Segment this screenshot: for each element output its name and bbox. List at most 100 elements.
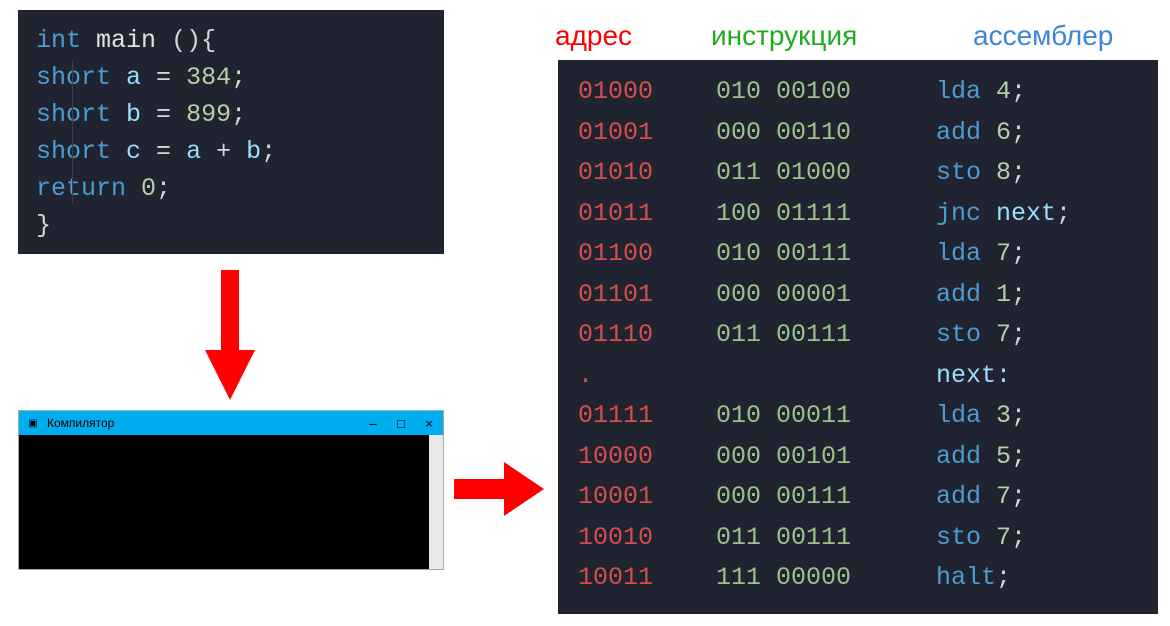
- asm-instruction: 010 00100: [716, 72, 936, 113]
- asm-mnemonic: sto: [936, 158, 981, 187]
- compiler-title: Компилятор: [47, 416, 359, 430]
- asm-argument: 6: [996, 118, 1011, 147]
- code-line: short a = 384;: [36, 59, 426, 96]
- code-line: int main (){: [36, 22, 426, 59]
- code-line: return 0;: [36, 170, 426, 207]
- asm-address: 01000: [578, 72, 716, 113]
- code-token: =: [141, 137, 186, 166]
- asm-mnemonic-col: lda 3;: [936, 396, 1026, 437]
- compiler-titlebar: ▣ Компилятор – □ ×: [19, 411, 443, 435]
- asm-row: 01101000 00001add 1;: [578, 275, 1138, 316]
- asm-label-def: next:: [936, 361, 1011, 390]
- semicolon: ;: [1011, 239, 1026, 268]
- code-token: (){: [171, 26, 216, 55]
- semicolon: ;: [1011, 280, 1026, 309]
- source-code-editor: int main (){ short a = 384; short b = 89…: [18, 10, 444, 254]
- asm-argument: 1: [996, 280, 1011, 309]
- code-line: short b = 899;: [36, 96, 426, 133]
- code-token: ;: [156, 174, 171, 203]
- asm-address: 01001: [578, 113, 716, 154]
- asm-mnemonic: lda: [936, 239, 981, 268]
- asm-row: 10010011 00111sto 7;: [578, 518, 1138, 559]
- asm-mnemonic-col: lda 7;: [936, 234, 1026, 275]
- asm-mnemonic: lda: [936, 77, 981, 106]
- code-token: short: [36, 63, 111, 92]
- semicolon: ;: [1011, 158, 1026, 187]
- asm-row: 01100010 00111lda 7;: [578, 234, 1138, 275]
- asm-mnemonic-col: next:: [936, 356, 1011, 397]
- asm-argument: 8: [996, 158, 1011, 187]
- asm-address: 01010: [578, 153, 716, 194]
- code-token: 899: [186, 100, 231, 129]
- asm-headers: адрес инструкция ассемблер: [555, 20, 1145, 52]
- code-token: ;: [261, 137, 276, 166]
- asm-argument: 7: [996, 239, 1011, 268]
- asm-address: 01111: [578, 396, 716, 437]
- asm-instruction: 010 00111: [716, 234, 936, 275]
- code-token: int: [36, 26, 81, 55]
- asm-mnemonic-col: add 5;: [936, 437, 1026, 478]
- semicolon: ;: [1056, 199, 1071, 228]
- asm-argument: 7: [996, 482, 1011, 511]
- asm-argument: 5: [996, 442, 1011, 471]
- asm-mnemonic-col: jnc next;: [936, 194, 1071, 235]
- asm-instruction: 000 00001: [716, 275, 936, 316]
- code-token: [111, 100, 126, 129]
- code-line: }: [36, 207, 426, 244]
- minimize-button[interactable]: –: [359, 411, 387, 435]
- asm-row: . next:: [578, 356, 1138, 397]
- asm-row: 01010011 01000sto 8;: [578, 153, 1138, 194]
- asm-address: 10011: [578, 558, 716, 599]
- asm-mnemonic-col: add 7;: [936, 477, 1026, 518]
- code-token: [156, 26, 171, 55]
- close-button[interactable]: ×: [415, 411, 443, 435]
- asm-argument: 3: [996, 401, 1011, 430]
- asm-mnemonic: halt: [936, 563, 996, 592]
- asm-mnemonic: add: [936, 280, 981, 309]
- asm-row: 10001000 00111add 7;: [578, 477, 1138, 518]
- asm-row: 10000000 00101add 5;: [578, 437, 1138, 478]
- code-token: ;: [231, 63, 246, 92]
- scrollbar[interactable]: [429, 435, 443, 569]
- asm-row: 01110011 00111sto 7;: [578, 315, 1138, 356]
- app-icon: ▣: [25, 415, 41, 431]
- asm-instruction: 111 00000: [716, 558, 936, 599]
- code-token: main: [96, 26, 156, 55]
- code-token: b: [246, 137, 261, 166]
- asm-mnemonic-col: lda 4;: [936, 72, 1026, 113]
- header-address: адрес: [555, 20, 711, 52]
- asm-row: 01111010 00011lda 3;: [578, 396, 1138, 437]
- semicolon: ;: [1011, 442, 1026, 471]
- code-token: =: [141, 63, 186, 92]
- asm-row: 01001000 00110add 6;: [578, 113, 1138, 154]
- code-token: a: [186, 137, 201, 166]
- semicolon: ;: [1011, 401, 1026, 430]
- asm-argument: next: [996, 199, 1056, 228]
- compiler-output: [19, 435, 429, 569]
- code-token: [126, 174, 141, 203]
- asm-mnemonic: add: [936, 118, 981, 147]
- semicolon: ;: [1011, 320, 1026, 349]
- asm-mnemonic-col: sto 8;: [936, 153, 1026, 194]
- code-token: [81, 26, 96, 55]
- scrollbar-thumb[interactable]: [429, 435, 443, 569]
- asm-argument: 4: [996, 77, 1011, 106]
- code-token: [111, 63, 126, 92]
- code-token: return: [36, 174, 126, 203]
- asm-argument: 7: [996, 320, 1011, 349]
- asm-address: .: [578, 356, 716, 397]
- asm-row: 10011111 00000halt;: [578, 558, 1138, 599]
- header-assembler: ассемблер: [973, 20, 1113, 52]
- asm-instruction: 011 00111: [716, 315, 936, 356]
- code-token: [111, 137, 126, 166]
- code-token: }: [36, 211, 51, 240]
- asm-address: 01110: [578, 315, 716, 356]
- code-line: short c = a + b;: [36, 133, 426, 170]
- indent-guide: [72, 60, 73, 204]
- window-buttons: – □ ×: [359, 411, 443, 435]
- semicolon: ;: [1011, 77, 1026, 106]
- arrow-down-icon: [205, 270, 255, 400]
- asm-instruction: 010 00011: [716, 396, 936, 437]
- maximize-button[interactable]: □: [387, 411, 415, 435]
- asm-instruction: 000 00111: [716, 477, 936, 518]
